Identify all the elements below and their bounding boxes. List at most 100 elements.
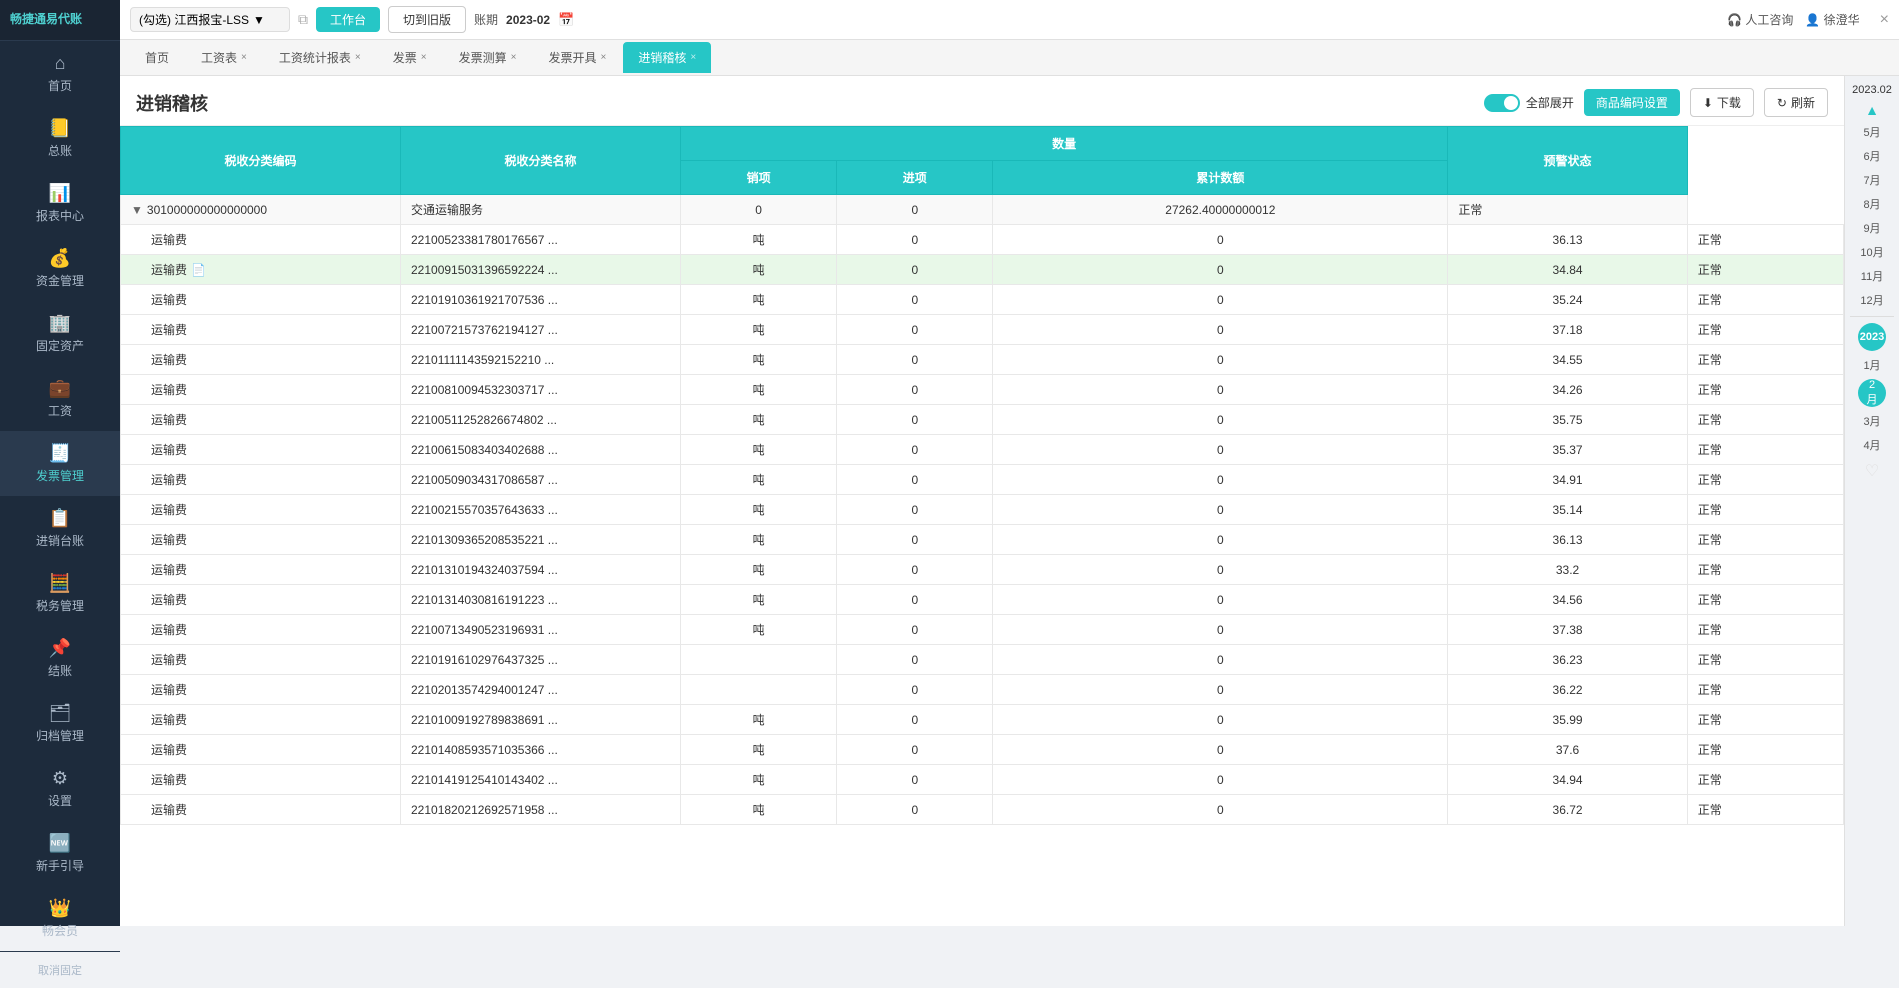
table-row: 运输费22101419125410143402 ...吨0034.94正常	[121, 765, 1844, 795]
cell-total: 34.84	[1448, 255, 1687, 285]
toggle-switch[interactable]	[1484, 94, 1520, 112]
tab-invoice-open-close[interactable]: ×	[600, 52, 606, 63]
topbar-right: 🎧 人工咨询 👤 徐澄华 ×	[1727, 11, 1889, 29]
cell-tag: 吨	[681, 585, 837, 615]
cell-in: 0	[993, 765, 1448, 795]
cell-sales: 0	[837, 705, 993, 735]
cell-name: 运输费	[121, 555, 401, 585]
sidebar-item-invoice[interactable]: 🧾 发票管理	[0, 431, 120, 496]
cell-total: 27262.40000000012	[993, 195, 1448, 225]
sidebar-item-settings[interactable]: ⚙ 设置	[0, 756, 120, 821]
tab-invoice-calc-close[interactable]: ×	[511, 52, 517, 63]
cell-invoice-no: 22100615083403402688 ...	[401, 435, 681, 465]
cell-in: 0	[993, 645, 1448, 675]
tab-salary[interactable]: 工资表 ×	[186, 42, 262, 73]
sidebar-item-asset[interactable]: 🏢 固定资产	[0, 301, 120, 366]
tab-sales-check-close[interactable]: ×	[690, 52, 696, 63]
capital-icon: 💰	[49, 248, 71, 269]
cell-tag: 吨	[681, 405, 837, 435]
right-panel: 2023.02 ▲ 5月 6月 7月 8月 9月 10月 11月 12月 202…	[1844, 76, 1899, 926]
cell-status: 正常	[1687, 225, 1843, 255]
switch-version-button[interactable]: 切到旧版	[388, 6, 466, 33]
sidebar-item-member[interactable]: 👑 畅会员	[0, 886, 120, 951]
tab-salary-stat[interactable]: 工资统计报表 ×	[264, 42, 376, 73]
cell-sales: 0	[837, 495, 993, 525]
right-panel-month-12[interactable]: 12月	[1845, 288, 1899, 312]
tab-invoice[interactable]: 发票 ×	[378, 42, 442, 73]
right-panel-month-1[interactable]: 1月	[1845, 353, 1899, 377]
cell-in: 0	[993, 675, 1448, 705]
user-avatar[interactable]: 👤 徐澄华	[1805, 11, 1859, 28]
cell-invoice-no: 22100721573762194127 ...	[401, 315, 681, 345]
cell-invoice-no: 22101310194324037594 ...	[401, 555, 681, 585]
cell-in: 0	[993, 465, 1448, 495]
sidebar-item-sales[interactable]: 📋 进销台账	[0, 496, 120, 561]
cell-name: 运输费	[121, 465, 401, 495]
tab-salary-stat-close[interactable]: ×	[355, 52, 361, 63]
cell-name: 运输费	[121, 585, 401, 615]
cell-code: ▼301000000000000000	[121, 195, 401, 225]
tab-home[interactable]: 首页	[130, 42, 184, 73]
refresh-button[interactable]: ↻ 刷新	[1764, 88, 1828, 117]
sidebar-item-settle[interactable]: 📌 结账	[0, 626, 120, 691]
right-panel-month-9[interactable]: 9月	[1845, 216, 1899, 240]
tab-invoice-calc-label: 发票测算	[459, 49, 507, 66]
right-panel-month-6[interactable]: 6月	[1845, 144, 1899, 168]
table-row: 运输费📄22100915031396592224 ...吨0034.84正常	[121, 255, 1844, 285]
cell-status: 正常	[1687, 555, 1843, 585]
table-row: 运输费22102013574294001247 ...0036.22正常	[121, 675, 1844, 705]
sidebar-item-archive[interactable]: 🗂 归档管理	[0, 691, 120, 756]
sidebar-item-salary[interactable]: 💼 工资	[0, 366, 120, 431]
cell-total: 37.18	[1448, 315, 1687, 345]
cell-name: 运输费	[121, 615, 401, 645]
tab-invoice-close[interactable]: ×	[421, 52, 427, 63]
sidebar-item-home[interactable]: ⌂ 首页	[0, 41, 120, 106]
tab-sales-check-label: 进销稽核	[638, 49, 686, 66]
product-setting-button[interactable]: 商品编码设置	[1584, 89, 1680, 116]
file-icon: 📄	[191, 263, 206, 277]
close-button[interactable]: ×	[1880, 11, 1889, 29]
customer-service-link[interactable]: 🎧 人工咨询	[1727, 11, 1793, 28]
calendar-icon[interactable]: 📅	[558, 12, 574, 28]
cell-invoice-no: 22101314030816191223 ...	[401, 585, 681, 615]
sidebar-item-guide[interactable]: 🆕 新手引导	[0, 821, 120, 886]
right-panel-up-arrow[interactable]: ▲	[1861, 100, 1883, 120]
table-row: 运输费22100523381780176567 ...吨0036.13正常	[121, 225, 1844, 255]
workbench-button[interactable]: 工作台	[316, 7, 380, 32]
cell-sales: 0	[837, 345, 993, 375]
period-value: 2023-02	[506, 13, 550, 27]
sidebar-unpin-button[interactable]: 取消固定	[0, 951, 120, 988]
sidebar-item-ledger[interactable]: 📒 总账	[0, 106, 120, 171]
table-row: 运输费22101910361921707536 ...吨0035.24正常	[121, 285, 1844, 315]
right-panel-month-3[interactable]: 3月	[1845, 409, 1899, 433]
tab-salary-close[interactable]: ×	[241, 52, 247, 63]
expand-toggle[interactable]: 全部展开	[1484, 94, 1574, 112]
right-panel-month-11[interactable]: 11月	[1845, 264, 1899, 288]
sidebar-item-capital[interactable]: 💰 资金管理	[0, 236, 120, 301]
download-button[interactable]: ⬇ 下载	[1690, 88, 1754, 117]
right-panel-month-8[interactable]: 8月	[1845, 192, 1899, 216]
right-panel-month-7[interactable]: 7月	[1845, 168, 1899, 192]
favorite-icon[interactable]: ♡	[1865, 461, 1879, 481]
sidebar: 畅捷通易代账 ⌂ 首页 📒 总账 📊 报表中心 💰 资金管理 🏢 固定资产 💼 …	[0, 0, 120, 926]
sidebar-item-label: 固定资产	[36, 337, 84, 354]
copy-icon[interactable]: ⧉	[298, 11, 308, 28]
sidebar-item-report[interactable]: 📊 报表中心	[0, 171, 120, 236]
tab-invoice-calc[interactable]: 发票测算 ×	[444, 42, 532, 73]
ledger-icon: 📒	[49, 118, 71, 139]
right-panel-month-10[interactable]: 10月	[1845, 240, 1899, 264]
guide-icon: 🆕	[49, 833, 71, 854]
sidebar-item-label: 首页	[48, 77, 72, 94]
right-panel-year-2023[interactable]: 2023	[1858, 323, 1886, 351]
company-selector[interactable]: (勾选) 江西报宝-LSS ▼	[130, 7, 290, 32]
tab-sales-check[interactable]: 进销稽核 ×	[623, 42, 711, 73]
cell-invoice-no: 22101009192789838691 ...	[401, 705, 681, 735]
right-panel-month-4[interactable]: 4月	[1845, 433, 1899, 457]
table-row: 运输费22100615083403402688 ...吨0035.37正常	[121, 435, 1844, 465]
cell-total: 34.91	[1448, 465, 1687, 495]
right-panel-month-2[interactable]: 2月	[1858, 379, 1886, 407]
cell-total: 35.24	[1448, 285, 1687, 315]
sidebar-item-tax[interactable]: 🧮 税务管理	[0, 561, 120, 626]
right-panel-month-5[interactable]: 5月	[1845, 120, 1899, 144]
tab-invoice-open[interactable]: 发票开具 ×	[533, 42, 621, 73]
